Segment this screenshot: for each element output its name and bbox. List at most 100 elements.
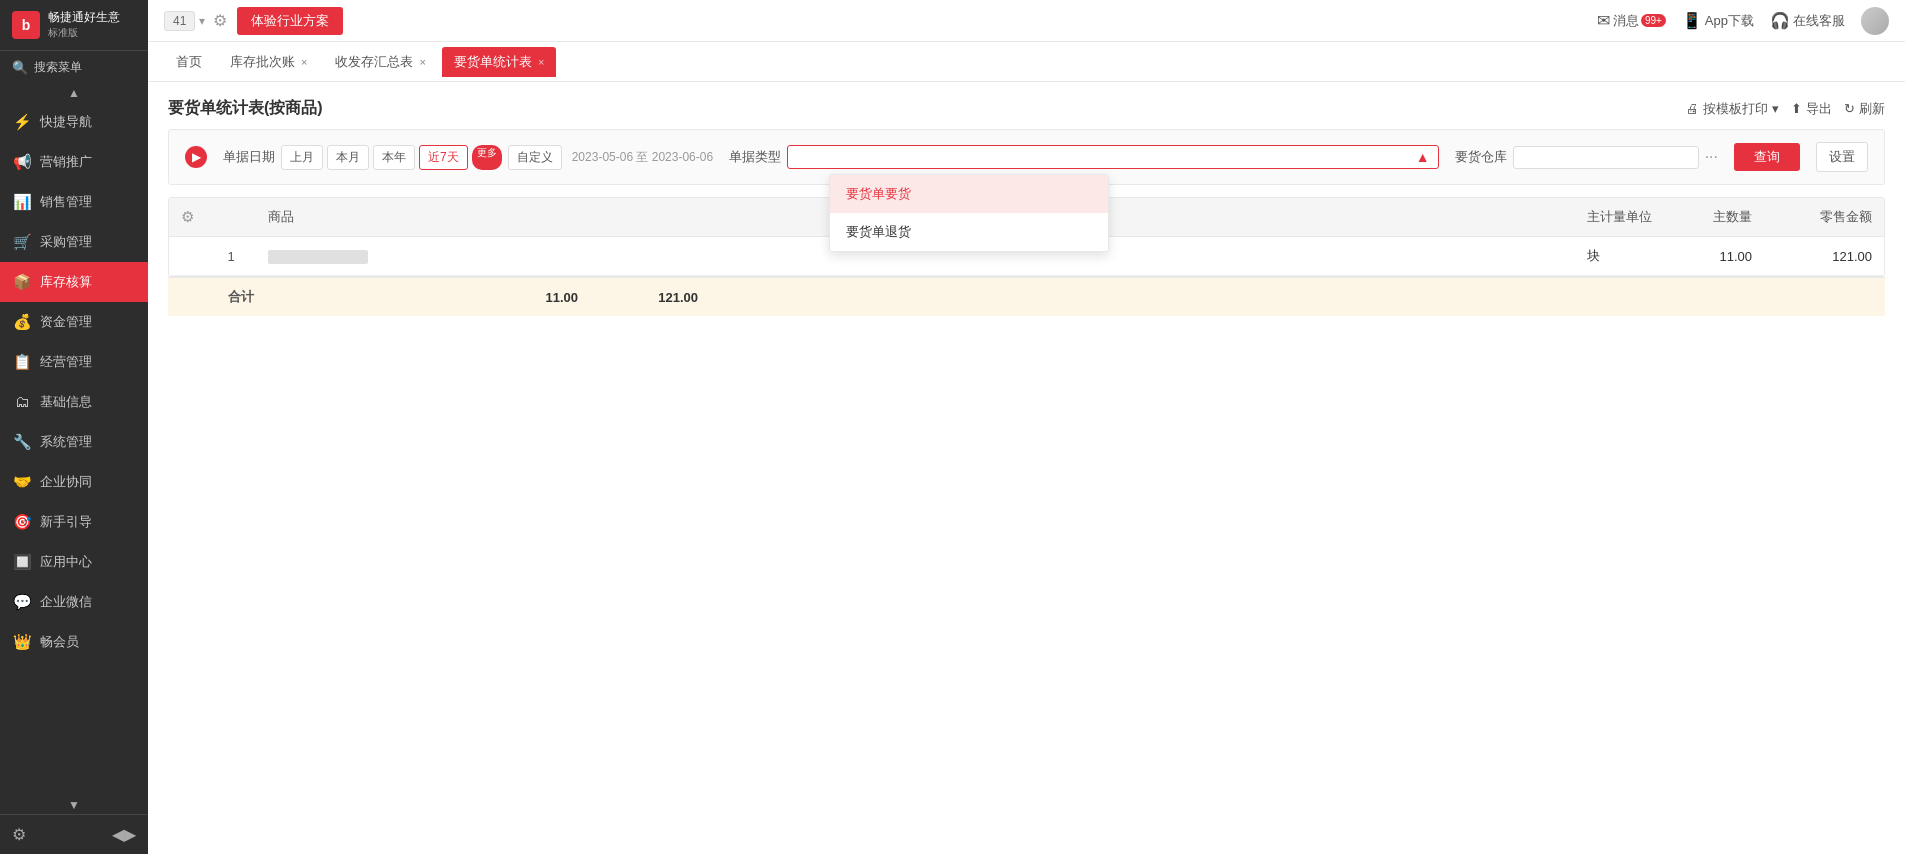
sidebar-item-enterprise[interactable]: 🤝 企业协同 <box>0 462 148 502</box>
filter-more-icon[interactable]: ··· <box>1705 148 1718 166</box>
date-filter-group: 单据日期 上月 本月 本年 近7天 更多 自定义 2023-05-06 至 20… <box>223 145 713 170</box>
avatar[interactable] <box>1861 7 1889 35</box>
export-btn[interactable]: ⬆ 导出 <box>1791 100 1832 118</box>
dropdown-item-order-purchase[interactable]: 要货单要货 <box>830 175 1108 213</box>
sidebar-scroll-bot-btn[interactable]: ▼ <box>0 796 148 814</box>
warehouse-input[interactable] <box>1513 146 1699 169</box>
this-month-btn[interactable]: 本月 <box>327 145 369 170</box>
filter-toggle-btn[interactable]: ▶ <box>185 146 207 168</box>
sidebar-item-vip[interactable]: 👑 畅会员 <box>0 622 148 662</box>
page-header: 要货单统计表(按商品) 🖨 按模板打印 ▾ ⬆ 导出 ↻ 刷新 <box>148 82 1905 129</box>
sidebar-label-purchase: 采购管理 <box>40 233 92 251</box>
sidebar-scroll-top-btn[interactable]: ▲ <box>0 84 148 102</box>
logo-icon: b <box>12 11 40 39</box>
sidebar-item-finance[interactable]: 💰 资金管理 <box>0 302 148 342</box>
message-label: 消息 <box>1613 12 1639 30</box>
col-header-qty: 主数量 <box>1664 198 1764 237</box>
service-label: 在线客服 <box>1793 12 1845 30</box>
service-btn[interactable]: 🎧 在线客服 <box>1770 11 1845 30</box>
sidebar-item-sales[interactable]: 📊 销售管理 <box>0 182 148 222</box>
refresh-label: 刷新 <box>1859 100 1885 118</box>
type-chevron-icon[interactable]: ▲ <box>1416 149 1430 165</box>
sidebar-label-quick-nav: 快捷导航 <box>40 113 92 131</box>
warehouse-filter-group: 要货仓库 ··· <box>1455 146 1718 169</box>
sidebar-label-marketing: 营销推广 <box>40 153 92 171</box>
table-footer: 合计 11.00 121.00 <box>168 277 1885 316</box>
app-icon: 📱 <box>1682 11 1702 30</box>
col-settings-icon[interactable]: ⚙ <box>181 208 194 225</box>
last-7-days-btn[interactable]: 近7天 <box>419 145 468 170</box>
nav-count: 41 <box>164 11 195 31</box>
date-range-display: 2023-05-06 至 2023-06-06 <box>572 149 713 166</box>
search-menu[interactable]: 🔍 搜索菜单 <box>0 51 148 84</box>
sidebar-label-guide: 新手引导 <box>40 513 92 531</box>
sidebar-icon-guide: 🎯 <box>12 512 32 532</box>
sidebar-item-guide[interactable]: 🎯 新手引导 <box>0 502 148 542</box>
custom-date-btn[interactable]: 自定义 <box>508 145 562 170</box>
export-icon: ⬆ <box>1791 101 1802 116</box>
message-btn[interactable]: ✉ 消息 99+ <box>1597 11 1666 30</box>
last-month-btn[interactable]: 上月 <box>281 145 323 170</box>
this-year-btn[interactable]: 本年 <box>373 145 415 170</box>
tab-close-receive-summary[interactable]: × <box>419 56 425 68</box>
sidebar-icon-quick-nav: ⚡ <box>12 112 32 132</box>
sidebar-item-inventory[interactable]: 📦 库存核算 <box>0 262 148 302</box>
tab-home[interactable]: 首页 <box>164 47 214 77</box>
export-label: 导出 <box>1806 100 1832 118</box>
print-icon: 🖨 <box>1686 101 1699 116</box>
sidebar: b 畅捷通好生意 标准版 🔍 搜索菜单 ▲ ⚡ 快捷导航 📢 营销推广 📊 销售… <box>0 0 148 854</box>
type-input-wrap[interactable]: ▲ <box>787 145 1439 169</box>
sidebar-item-marketing[interactable]: 📢 营销推广 <box>0 142 148 182</box>
sidebar-item-quick-nav[interactable]: ⚡ 快捷导航 <box>0 102 148 142</box>
sidebar-icon-operations: 📋 <box>12 352 32 372</box>
header-settings-icon[interactable]: ⚙ <box>213 11 227 30</box>
sidebar-icon-system: 🔧 <box>12 432 32 452</box>
sidebar-icon-enterprise: 🤝 <box>12 472 32 492</box>
tab-close-inventory-batch[interactable]: × <box>301 56 307 68</box>
dropdown-item-order-return[interactable]: 要货单退货 <box>830 213 1108 251</box>
sidebar-item-corp-wechat[interactable]: 💬 企业微信 <box>0 582 148 622</box>
warehouse-filter-label: 要货仓库 <box>1455 148 1507 166</box>
tab-label-receive-summary: 收发存汇总表 <box>335 53 413 71</box>
print-label: 按模板打印 <box>1703 100 1768 118</box>
avatar-image <box>1861 7 1889 35</box>
settings-icon[interactable]: ⚙ <box>12 825 26 844</box>
sidebar-item-app-center[interactable]: 🔲 应用中心 <box>0 542 148 582</box>
sidebar-item-base-info[interactable]: 🗂 基础信息 <box>0 382 148 422</box>
main-area: 41 ▾ ⚙ 体验行业方案 ✉ 消息 99+ 📱 App下载 🎧 在线客服 首页… <box>148 0 1905 854</box>
sidebar-item-operations[interactable]: 📋 经营管理 <box>0 342 148 382</box>
sidebar-label-system: 系统管理 <box>40 433 92 451</box>
nav-dropdown-icon[interactable]: ▾ <box>199 14 205 28</box>
app-label: App下载 <box>1705 12 1754 30</box>
footer-total-label: 合计 <box>180 288 490 306</box>
trial-button[interactable]: 体验行业方案 <box>237 7 343 35</box>
message-icon: ✉ <box>1597 11 1610 30</box>
collapse-icon[interactable]: ◀▶ <box>112 825 136 844</box>
tab-label-home: 首页 <box>176 53 202 71</box>
sidebar-icon-base-info: 🗂 <box>12 392 32 412</box>
app-download-btn[interactable]: 📱 App下载 <box>1682 11 1754 30</box>
tab-receive-summary[interactable]: 收发存汇总表 × <box>323 47 437 77</box>
page-title: 要货单统计表(按商品) <box>168 98 323 119</box>
row-qty: 11.00 <box>1664 237 1764 276</box>
set-button[interactable]: 设置 <box>1816 142 1868 172</box>
query-button[interactable]: 查询 <box>1734 143 1800 171</box>
tab-close-order-stats[interactable]: × <box>538 56 544 68</box>
refresh-icon: ↻ <box>1844 101 1855 116</box>
tab-label-order-stats: 要货单统计表 <box>454 53 532 71</box>
sidebar-label-vip: 畅会员 <box>40 633 79 651</box>
app-name: 畅捷通好生意 <box>48 10 120 26</box>
tab-order-stats[interactable]: 要货单统计表 × <box>442 47 556 77</box>
date-quick-btns: 上月 本月 本年 近7天 更多 <box>281 145 502 170</box>
sidebar-icon-vip: 👑 <box>12 632 32 652</box>
sidebar-item-system[interactable]: 🔧 系统管理 <box>0 422 148 462</box>
page-content: 要货单统计表(按商品) 🖨 按模板打印 ▾ ⬆ 导出 ↻ 刷新 ▶ <box>148 82 1905 854</box>
top-header: 41 ▾ ⚙ 体验行业方案 ✉ 消息 99+ 📱 App下载 🎧 在线客服 <box>148 0 1905 42</box>
sidebar-icon-finance: 💰 <box>12 312 32 332</box>
tab-inventory-batch[interactable]: 库存批次账× <box>218 47 319 77</box>
print-btn[interactable]: 🖨 按模板打印 ▾ <box>1686 100 1779 118</box>
search-icon: 🔍 <box>12 60 28 75</box>
sidebar-item-purchase[interactable]: 🛒 采购管理 <box>0 222 148 262</box>
refresh-btn[interactable]: ↻ 刷新 <box>1844 100 1885 118</box>
type-input[interactable] <box>796 150 1416 165</box>
